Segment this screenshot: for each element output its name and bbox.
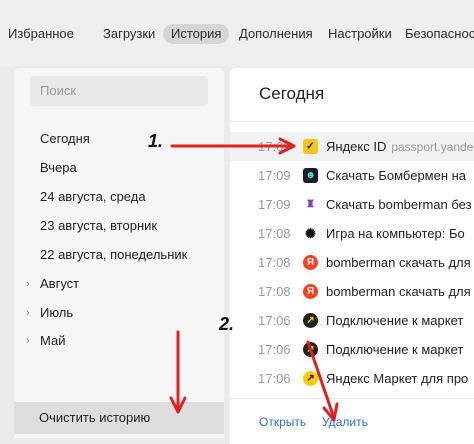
page-title[interactable]: Игра на компьютер: Бо: [326, 219, 465, 248]
history-row[interactable]: 17:08 ✺ Игра на компьютер: Бо: [230, 219, 474, 248]
history-sidebar: Поиск Сегодня Вчера 24 августа, среда 23…: [14, 68, 224, 438]
page-title[interactable]: Яндекс Маркет для про: [326, 364, 468, 393]
tab-security[interactable]: Безопасност: [405, 24, 474, 44]
page-domain: passport.yandex: [391, 140, 474, 154]
visit-time: 17:06: [258, 342, 291, 357]
open-button[interactable]: Открыть: [259, 415, 306, 429]
yandex-search-icon: Я: [303, 284, 318, 299]
chevron-right-icon[interactable]: ›: [26, 274, 30, 294]
visit-time: 17:08: [258, 226, 291, 241]
history-row[interactable]: 17:09 ♜ Скачать bomberman без: [230, 190, 474, 219]
page-title[interactable]: Яндекс ID: [326, 139, 386, 154]
history-search-input[interactable]: Поиск: [30, 76, 208, 106]
history-row[interactable]: 17:08 Я bomberman скачать для: [230, 248, 474, 277]
delete-button[interactable]: Удалить: [322, 415, 368, 429]
tab-favorites[interactable]: Избранное: [8, 24, 74, 44]
sidebar-item-today[interactable]: Сегодня: [40, 129, 90, 149]
clear-history-button[interactable]: Очистить историю: [14, 402, 224, 434]
history-row[interactable]: 17:06 ↗ Подключение к маркет: [230, 335, 474, 364]
history-row[interactable]: 17:08 Я bomberman скачать для: [230, 277, 474, 306]
history-row[interactable]: 17:09 ✓ Яндекс ID passport.yandex: [230, 132, 474, 161]
sidebar-item-aug-23[interactable]: 23 августа, вторник: [40, 216, 157, 236]
bomberman-game-icon: ☻: [303, 168, 318, 183]
tab-extensions[interactable]: Дополнения: [239, 24, 313, 44]
yandex-market-icon: ↗: [303, 342, 318, 357]
history-row[interactable]: 17:06 ↗ Подключение к маркет: [230, 306, 474, 335]
visit-time: 17:06: [258, 371, 291, 386]
yandex-market-icon: ↗: [303, 313, 318, 328]
tab-history[interactable]: История: [163, 24, 230, 44]
page-title[interactable]: Скачать Бомбермен на: [326, 161, 466, 190]
page-title[interactable]: Подключение к маркет: [326, 306, 463, 335]
sidebar-item-aug-22[interactable]: 22 августа, понедельник: [40, 245, 187, 265]
sidebar-item-aug-24[interactable]: 24 августа, среда: [40, 187, 146, 207]
tab-settings[interactable]: Настройки: [328, 24, 392, 44]
visit-time: 17:09: [258, 168, 291, 183]
yandex-market-yellow-icon: ↗: [303, 371, 318, 386]
divider: [230, 121, 474, 122]
sidebar-item-july[interactable]: Июль: [40, 303, 73, 323]
page-title[interactable]: Подключение к маркет: [326, 335, 463, 364]
history-row[interactable]: 17:09 ☻ Скачать Бомбермен на: [230, 161, 474, 190]
sidebar-item-may[interactable]: Май: [40, 331, 65, 351]
yandex-search-icon: Я: [303, 255, 318, 270]
chevron-right-icon[interactable]: ›: [26, 331, 30, 351]
history-actions-bar: Открыть Удалить: [230, 398, 474, 444]
visit-time: 17:08: [258, 284, 291, 299]
bug-game-icon: ✺: [303, 226, 318, 241]
chevron-right-icon[interactable]: ›: [26, 303, 30, 323]
page-title[interactable]: Скачать bomberman без: [326, 190, 472, 219]
visit-time: 17:06: [258, 313, 291, 328]
bomberman-character-icon: ♜: [303, 197, 318, 212]
visit-time: 17:08: [258, 255, 291, 270]
history-panel: Сегодня 17:09 ✓ Яндекс ID passport.yandex…: [230, 68, 474, 444]
step-2-label: 2.: [219, 314, 235, 334]
history-row[interactable]: 17:06 ↗ Яндекс Маркет для про: [230, 364, 474, 393]
section-title: Сегодня: [259, 84, 325, 103]
top-navigation: Избранное Загрузки История Дополнения На…: [0, 0, 474, 66]
page-title[interactable]: bomberman скачать для: [326, 277, 471, 306]
visit-time: 17:09: [258, 139, 291, 154]
page-title[interactable]: bomberman скачать для: [326, 248, 471, 277]
sidebar-item-august[interactable]: Август: [40, 274, 79, 294]
sidebar-item-yesterday[interactable]: Вчера: [40, 158, 77, 178]
step-1-label: 1.: [148, 131, 164, 151]
visit-time: 17:09: [258, 197, 291, 212]
tab-downloads[interactable]: Загрузки: [103, 24, 155, 44]
checkbox-checked-icon[interactable]: ✓: [303, 139, 318, 154]
